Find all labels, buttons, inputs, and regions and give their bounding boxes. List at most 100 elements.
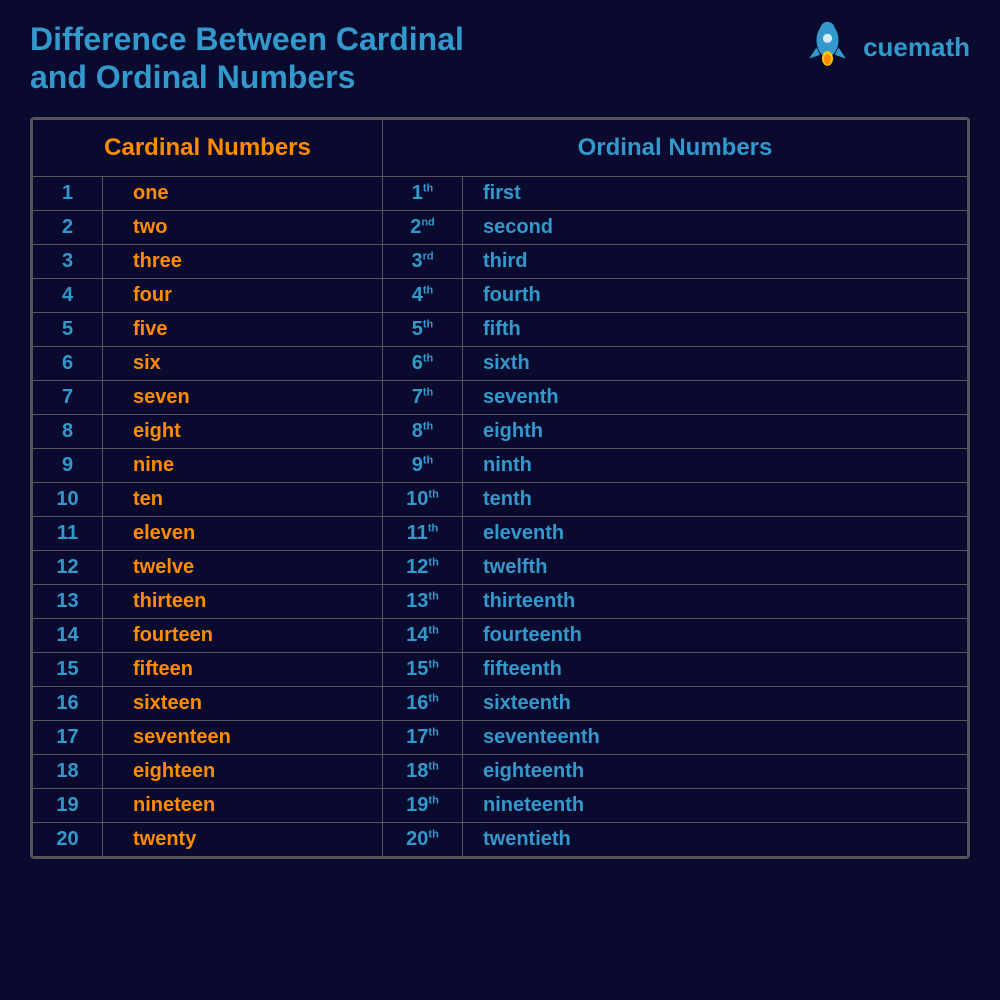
- ordinal-number: 7th: [383, 380, 463, 414]
- ordinal-word: fourth: [463, 278, 968, 312]
- cardinal-word: six: [103, 346, 383, 380]
- ordinal-word: eleventh: [463, 516, 968, 550]
- cardinal-number: 20: [33, 822, 103, 856]
- ordinal-word: nineteenth: [463, 788, 968, 822]
- table-row: 17 seventeen 17th seventeenth: [33, 720, 968, 754]
- ordinal-number: 17th: [383, 720, 463, 754]
- cardinal-number: 3: [33, 244, 103, 278]
- table-wrapper: Cardinal Numbers Ordinal Numbers 1 one 1…: [30, 117, 970, 859]
- cardinal-number: 5: [33, 312, 103, 346]
- cuemath-logo-icon: [800, 20, 855, 75]
- cardinal-number: 16: [33, 686, 103, 720]
- ordinal-number: 1th: [383, 176, 463, 210]
- cardinal-number: 7: [33, 380, 103, 414]
- cardinal-word: twenty: [103, 822, 383, 856]
- cardinal-word: five: [103, 312, 383, 346]
- ordinal-word: third: [463, 244, 968, 278]
- table-row: 6 six 6th sixth: [33, 346, 968, 380]
- cardinal-word: eight: [103, 414, 383, 448]
- ordinal-word: first: [463, 176, 968, 210]
- logo-text: cuemath: [863, 32, 970, 63]
- ordinal-number: 16th: [383, 686, 463, 720]
- cardinal-number: 17: [33, 720, 103, 754]
- table-row: 12 twelve 12th twelfth: [33, 550, 968, 584]
- cardinal-number: 10: [33, 482, 103, 516]
- cardinal-word: fourteen: [103, 618, 383, 652]
- ordinal-word: fifteenth: [463, 652, 968, 686]
- ordinal-number: 8th: [383, 414, 463, 448]
- ordinal-word: fourteenth: [463, 618, 968, 652]
- table-row: 14 fourteen 14th fourteenth: [33, 618, 968, 652]
- table-body: 1 one 1th first 2 two 2nd second 3 three…: [33, 176, 968, 856]
- cardinal-word: eleven: [103, 516, 383, 550]
- ordinal-number: 14th: [383, 618, 463, 652]
- table-row: 19 nineteen 19th nineteenth: [33, 788, 968, 822]
- cardinal-number: 14: [33, 618, 103, 652]
- header: Difference Between Cardinal and Ordinal …: [30, 20, 970, 97]
- cardinal-word: seven: [103, 380, 383, 414]
- ordinal-number: 15th: [383, 652, 463, 686]
- table-row: 1 one 1th first: [33, 176, 968, 210]
- cardinal-word: two: [103, 210, 383, 244]
- cardinal-header: Cardinal Numbers: [33, 119, 383, 176]
- cardinal-word: sixteen: [103, 686, 383, 720]
- table-header-row: Cardinal Numbers Ordinal Numbers: [33, 119, 968, 176]
- cardinal-word: ten: [103, 482, 383, 516]
- ordinal-number: 10th: [383, 482, 463, 516]
- page-container: Difference Between Cardinal and Ordinal …: [0, 0, 1000, 1000]
- ordinal-word: second: [463, 210, 968, 244]
- cardinal-number: 18: [33, 754, 103, 788]
- ordinal-number: 13th: [383, 584, 463, 618]
- page-title: Difference Between Cardinal and Ordinal …: [30, 20, 464, 97]
- ordinal-word: seventh: [463, 380, 968, 414]
- ordinal-word: tenth: [463, 482, 968, 516]
- cardinal-number: 12: [33, 550, 103, 584]
- cardinal-number: 19: [33, 788, 103, 822]
- ordinal-word: seventeenth: [463, 720, 968, 754]
- table-row: 8 eight 8th eighth: [33, 414, 968, 448]
- ordinal-number: 4th: [383, 278, 463, 312]
- ordinal-number: 11th: [383, 516, 463, 550]
- ordinal-word: eighth: [463, 414, 968, 448]
- cardinal-number: 6: [33, 346, 103, 380]
- ordinal-word: sixth: [463, 346, 968, 380]
- cardinal-word: one: [103, 176, 383, 210]
- table-row: 15 fifteen 15th fifteenth: [33, 652, 968, 686]
- cardinal-number: 11: [33, 516, 103, 550]
- cardinal-number: 9: [33, 448, 103, 482]
- cardinal-number: 15: [33, 652, 103, 686]
- logo-area: cuemath: [800, 20, 970, 75]
- ordinal-number: 19th: [383, 788, 463, 822]
- table-row: 7 seven 7th seventh: [33, 380, 968, 414]
- cardinal-word: four: [103, 278, 383, 312]
- table-row: 18 eighteen 18th eighteenth: [33, 754, 968, 788]
- cardinal-word: nine: [103, 448, 383, 482]
- table-row: 16 sixteen 16th sixteenth: [33, 686, 968, 720]
- cardinal-word: eighteen: [103, 754, 383, 788]
- table-row: 3 three 3rd third: [33, 244, 968, 278]
- table-row: 2 two 2nd second: [33, 210, 968, 244]
- ordinal-word: twentieth: [463, 822, 968, 856]
- ordinal-number: 20th: [383, 822, 463, 856]
- ordinal-word: eighteenth: [463, 754, 968, 788]
- ordinal-word: ninth: [463, 448, 968, 482]
- ordinal-header: Ordinal Numbers: [383, 119, 968, 176]
- table-row: 10 ten 10th tenth: [33, 482, 968, 516]
- table-row: 4 four 4th fourth: [33, 278, 968, 312]
- numbers-table: Cardinal Numbers Ordinal Numbers 1 one 1…: [32, 119, 968, 857]
- cardinal-number: 1: [33, 176, 103, 210]
- cardinal-word: three: [103, 244, 383, 278]
- cardinal-word: twelve: [103, 550, 383, 584]
- ordinal-number: 3rd: [383, 244, 463, 278]
- ordinal-number: 9th: [383, 448, 463, 482]
- ordinal-number: 2nd: [383, 210, 463, 244]
- ordinal-word: sixteenth: [463, 686, 968, 720]
- ordinal-word: fifth: [463, 312, 968, 346]
- table-row: 9 nine 9th ninth: [33, 448, 968, 482]
- ordinal-number: 18th: [383, 754, 463, 788]
- cardinal-word: fifteen: [103, 652, 383, 686]
- cardinal-number: 8: [33, 414, 103, 448]
- ordinal-number: 12th: [383, 550, 463, 584]
- cardinal-word: seventeen: [103, 720, 383, 754]
- cardinal-word: thirteen: [103, 584, 383, 618]
